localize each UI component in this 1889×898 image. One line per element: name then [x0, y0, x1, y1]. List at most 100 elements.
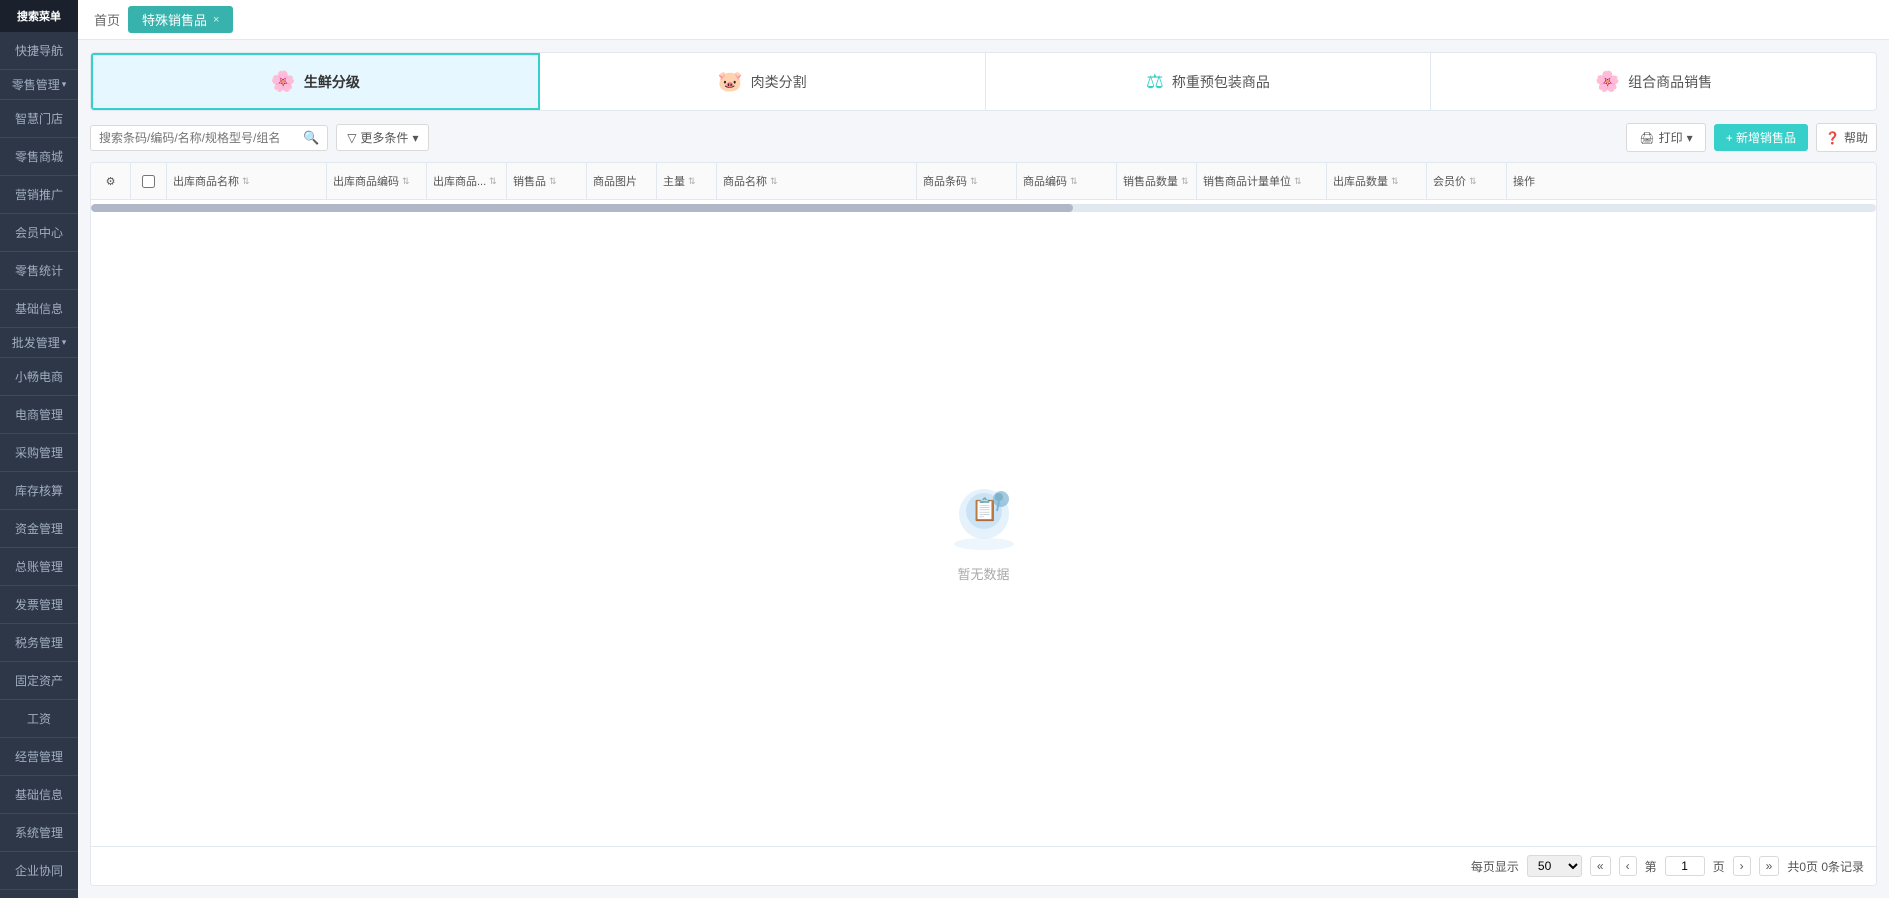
th-outlet-qty-label: 出库品数量: [1333, 173, 1388, 189]
th-outlet-code: 出库商品编码 ⇅: [327, 163, 427, 199]
chevron-down-icon: ▾: [62, 79, 67, 90]
sidebar-item-new-guide[interactable]: 新手引导: [0, 890, 78, 898]
horizontal-scrollbar[interactable]: [91, 204, 1876, 212]
empty-state-icon: 📋: [939, 479, 1029, 554]
filter-icon: ▽: [347, 131, 356, 145]
sort-icon[interactable]: ⇅: [402, 176, 410, 187]
sidebar-item-label: 零售商城: [15, 148, 63, 165]
print-button[interactable]: 🖨 打印 ▾: [1626, 123, 1705, 152]
sort-icon[interactable]: ⇅: [770, 176, 778, 187]
filter-left: 🔍 ▽ 更多条件 ▾: [90, 124, 429, 151]
th-product-img: 商品图片: [587, 163, 657, 199]
sidebar-item-basic-info2[interactable]: 基础信息: [0, 776, 78, 814]
th-product-name-label: 商品名称: [723, 173, 767, 189]
sidebar-item-enterprise[interactable]: 企业协同: [0, 852, 78, 890]
add-label: + 新增销售品: [1726, 129, 1796, 146]
per-page-select[interactable]: 10 20 50 100: [1527, 855, 1582, 877]
more-filter-button[interactable]: ▽ 更多条件 ▾: [336, 124, 429, 151]
sidebar-item-label: 会员中心: [15, 224, 63, 241]
sidebar-item-wholesale-mgmt[interactable]: 批发管理 ▾: [0, 328, 78, 358]
sort-icon[interactable]: ⇅: [489, 176, 497, 187]
add-sales-button[interactable]: + 新增销售品: [1714, 124, 1808, 151]
sidebar-item-hr[interactable]: 工资: [0, 700, 78, 738]
th-outlet-qty: 出库品数量 ⇅: [1327, 163, 1427, 199]
sidebar-item-label: 零售统计: [15, 262, 63, 279]
empty-state: 📋 暂无数据: [939, 479, 1029, 583]
sort-icon[interactable]: ⇅: [970, 176, 978, 187]
prev-page-button[interactable]: ‹: [1619, 856, 1637, 876]
sort-icon[interactable]: ⇅: [1181, 176, 1189, 187]
sidebar-item-mini-shop[interactable]: 小畅电商: [0, 358, 78, 396]
search-icon[interactable]: 🔍: [303, 130, 319, 146]
sidebar-item-invoice-mgmt[interactable]: 发票管理: [0, 586, 78, 624]
print-icon: 🖨: [1639, 131, 1654, 145]
th-product-code-label: 商品编码: [1023, 173, 1067, 189]
topbar-tab-close-icon[interactable]: ×: [213, 14, 219, 26]
th-setting[interactable]: ⚙: [91, 163, 131, 199]
sort-icon[interactable]: ⇅: [242, 176, 250, 187]
sidebar-item-retail-mgmt[interactable]: 零售管理 ▾: [0, 70, 78, 100]
th-barcode-label: 商品条码: [923, 173, 967, 189]
sidebar-item-fixed-assets[interactable]: 固定资产: [0, 662, 78, 700]
sort-icon[interactable]: ⇅: [1294, 176, 1302, 187]
next-page-button[interactable]: ›: [1733, 856, 1751, 876]
sidebar-item-ecom-mgmt[interactable]: 电商管理: [0, 396, 78, 434]
last-page-button[interactable]: »: [1759, 856, 1780, 876]
sort-icon[interactable]: ⇅: [1070, 176, 1078, 187]
main-content: 首页 特殊销售品 × 🌸 生鲜分级 🐷 肉类分割 ⚖ 称重预包装商品 🌸 组合商…: [78, 0, 1889, 898]
sidebar-item-purchase-mgmt[interactable]: 采购管理: [0, 434, 78, 472]
sidebar-item-sales-promo[interactable]: 营销推广: [0, 176, 78, 214]
help-button[interactable]: ❓ 帮助: [1816, 123, 1877, 152]
sort-icon[interactable]: ⇅: [1469, 176, 1477, 187]
sort-icon[interactable]: ⇅: [1391, 176, 1399, 187]
topbar-home[interactable]: 首页: [94, 10, 120, 29]
th-sales-qty: 销售品数量 ⇅: [1117, 163, 1197, 199]
tab-meat-cutting-label: 肉类分割: [751, 72, 807, 92]
sidebar-item-label: 固定资产: [15, 672, 63, 689]
pagination: 每页显示 10 20 50 100 « ‹ 第 页 › » 共0页 0条记录: [91, 846, 1876, 885]
sidebar-item-member-center[interactable]: 会员中心: [0, 214, 78, 252]
th-sales-qty-label: 销售品数量: [1123, 173, 1178, 189]
filter-right: 🖨 打印 ▾ + 新增销售品 ❓ 帮助: [1626, 123, 1877, 152]
sidebar: 搜索菜单 快捷导航 零售管理 ▾ 智慧门店 零售商城 营销推广 会员中心 零售统…: [0, 0, 78, 898]
tab-weight-pack[interactable]: ⚖ 称重预包装商品: [986, 53, 1432, 110]
th-product-name: 商品名称 ⇅: [717, 163, 917, 199]
th-checkbox[interactable]: [131, 163, 167, 199]
chevron-down-icon: ▾: [62, 337, 67, 348]
sidebar-item-retail-stats[interactable]: 零售统计: [0, 252, 78, 290]
sidebar-item-label: 工资: [27, 710, 51, 727]
sidebar-item-label: 智慧门店: [15, 110, 63, 127]
sidebar-logo[interactable]: 搜索菜单: [0, 0, 78, 32]
combo-sales-icon: 🌸: [1595, 69, 1620, 94]
sidebar-item-smart-store[interactable]: 智慧门店: [0, 100, 78, 138]
sidebar-item-quick-nav[interactable]: 快捷导航: [0, 32, 78, 70]
sidebar-item-label: 企业协同: [15, 862, 63, 879]
sidebar-item-general-ledger[interactable]: 总账管理: [0, 548, 78, 586]
search-box[interactable]: 🔍: [90, 125, 328, 151]
tab-combo-sales-label: 组合商品销售: [1628, 72, 1712, 92]
tab-combo-sales[interactable]: 🌸 组合商品销售: [1431, 53, 1876, 110]
page-input[interactable]: [1665, 856, 1705, 876]
first-page-button[interactable]: «: [1590, 856, 1611, 876]
search-input[interactable]: [99, 131, 299, 145]
tab-meat-cutting[interactable]: 🐷 肉类分割: [540, 53, 986, 110]
sidebar-item-sys-mgmt[interactable]: 系统管理: [0, 814, 78, 852]
sidebar-item-label: 采购管理: [15, 444, 63, 461]
meat-cutting-icon: 🐷: [718, 69, 743, 94]
topbar-active-tab[interactable]: 特殊销售品 ×: [128, 6, 233, 33]
tab-fresh-grade[interactable]: 🌸 生鲜分级: [91, 53, 540, 110]
sidebar-item-label: 库存核算: [15, 482, 63, 499]
sidebar-item-retail-mall[interactable]: 零售商城: [0, 138, 78, 176]
sidebar-item-tax-mgmt[interactable]: 税务管理: [0, 624, 78, 662]
sidebar-item-ops-mgmt[interactable]: 经营管理: [0, 738, 78, 776]
th-sales-unit-label: 销售商品计量单位: [1203, 173, 1291, 189]
sidebar-item-fund-mgmt[interactable]: 资金管理: [0, 510, 78, 548]
sort-icon[interactable]: ⇅: [688, 176, 696, 187]
data-table: ⚙ 出库商品名称 ⇅ 出库商品编码 ⇅ 出库商品... ⇅: [90, 162, 1877, 886]
fresh-grade-icon: 🌸: [271, 69, 296, 94]
sort-icon[interactable]: ⇅: [549, 176, 557, 187]
sidebar-item-inventory[interactable]: 库存核算: [0, 472, 78, 510]
scrollbar-thumb[interactable]: [91, 204, 1073, 212]
select-all-checkbox[interactable]: [142, 175, 155, 188]
sidebar-item-basic-info[interactable]: 基础信息: [0, 290, 78, 328]
